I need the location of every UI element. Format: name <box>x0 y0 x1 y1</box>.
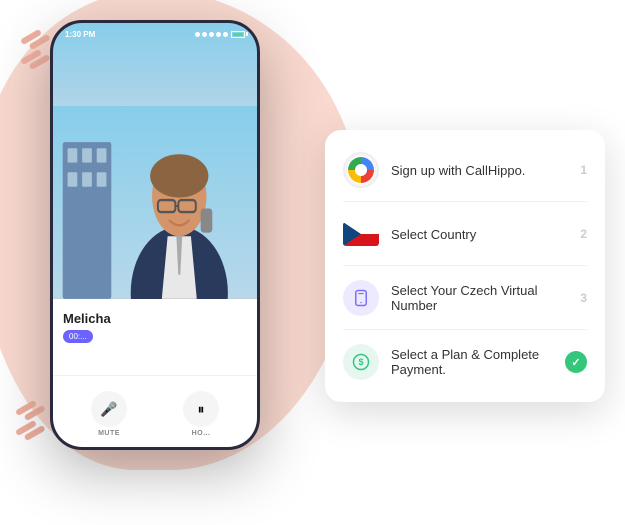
step-1-number: 1 <box>580 163 587 177</box>
mute-button[interactable]: 🎤 MUTE <box>91 391 127 437</box>
phone-photo <box>53 23 257 299</box>
step-4-check <box>565 351 587 373</box>
payment-icon: $ <box>343 344 379 380</box>
step-2-icon-wrap <box>343 216 379 252</box>
decorative-dashes-top <box>20 30 42 74</box>
step-3-label: Select Your Czech Virtual Number <box>391 283 568 313</box>
step-4-item[interactable]: $ Select a Plan & Complete Payment. <box>325 330 605 394</box>
step-2-label: Select Country <box>391 227 568 242</box>
step-1-item[interactable]: Sign up with CallHippo. 1 <box>325 138 605 202</box>
step-3-item[interactable]: Select Your Czech Virtual Number 3 <box>325 266 605 330</box>
step-1-label: Sign up with CallHippo. <box>391 163 568 178</box>
caller-name: Melicha <box>53 299 257 330</box>
step-2-item[interactable]: Select Country 2 <box>325 202 605 266</box>
svg-text:$: $ <box>358 357 363 367</box>
step-4-label: Select a Plan & Complete Payment. <box>391 347 553 377</box>
hold-label: HO... <box>192 430 211 437</box>
callhippo-logo <box>343 152 379 188</box>
call-duration: 00:... <box>53 330 257 343</box>
phone-call-info: Melicha 00:... 🎤 MUTE ⏸ HO... <box>53 299 257 447</box>
step-2-number: 2 <box>580 227 587 241</box>
phone-mockup: 1:30 PM <box>50 20 260 450</box>
battery-icon <box>231 31 245 38</box>
step-3-icon-wrap <box>343 280 379 316</box>
phone-controls: 🎤 MUTE ⏸ HO... <box>53 375 257 447</box>
signal-dots <box>195 32 228 37</box>
status-time: 1:30 PM <box>65 30 95 39</box>
duration-badge: 00:... <box>63 330 93 343</box>
status-icons <box>195 31 245 38</box>
czech-flag-icon <box>343 222 379 246</box>
hold-button[interactable]: ⏸ HO... <box>183 391 219 437</box>
mute-icon: 🎤 <box>91 391 127 427</box>
mute-label: MUTE <box>98 430 120 437</box>
step-3-number: 3 <box>580 291 587 305</box>
phone-status-bar: 1:30 PM <box>53 23 257 45</box>
hold-icon: ⏸ <box>183 391 219 427</box>
virtual-number-icon <box>343 280 379 316</box>
step-1-icon-wrap <box>343 152 379 188</box>
decorative-dashes-bottom <box>15 401 37 445</box>
step-4-icon-wrap: $ <box>343 344 379 380</box>
steps-card: Sign up with CallHippo. 1 Select Country… <box>325 130 605 402</box>
